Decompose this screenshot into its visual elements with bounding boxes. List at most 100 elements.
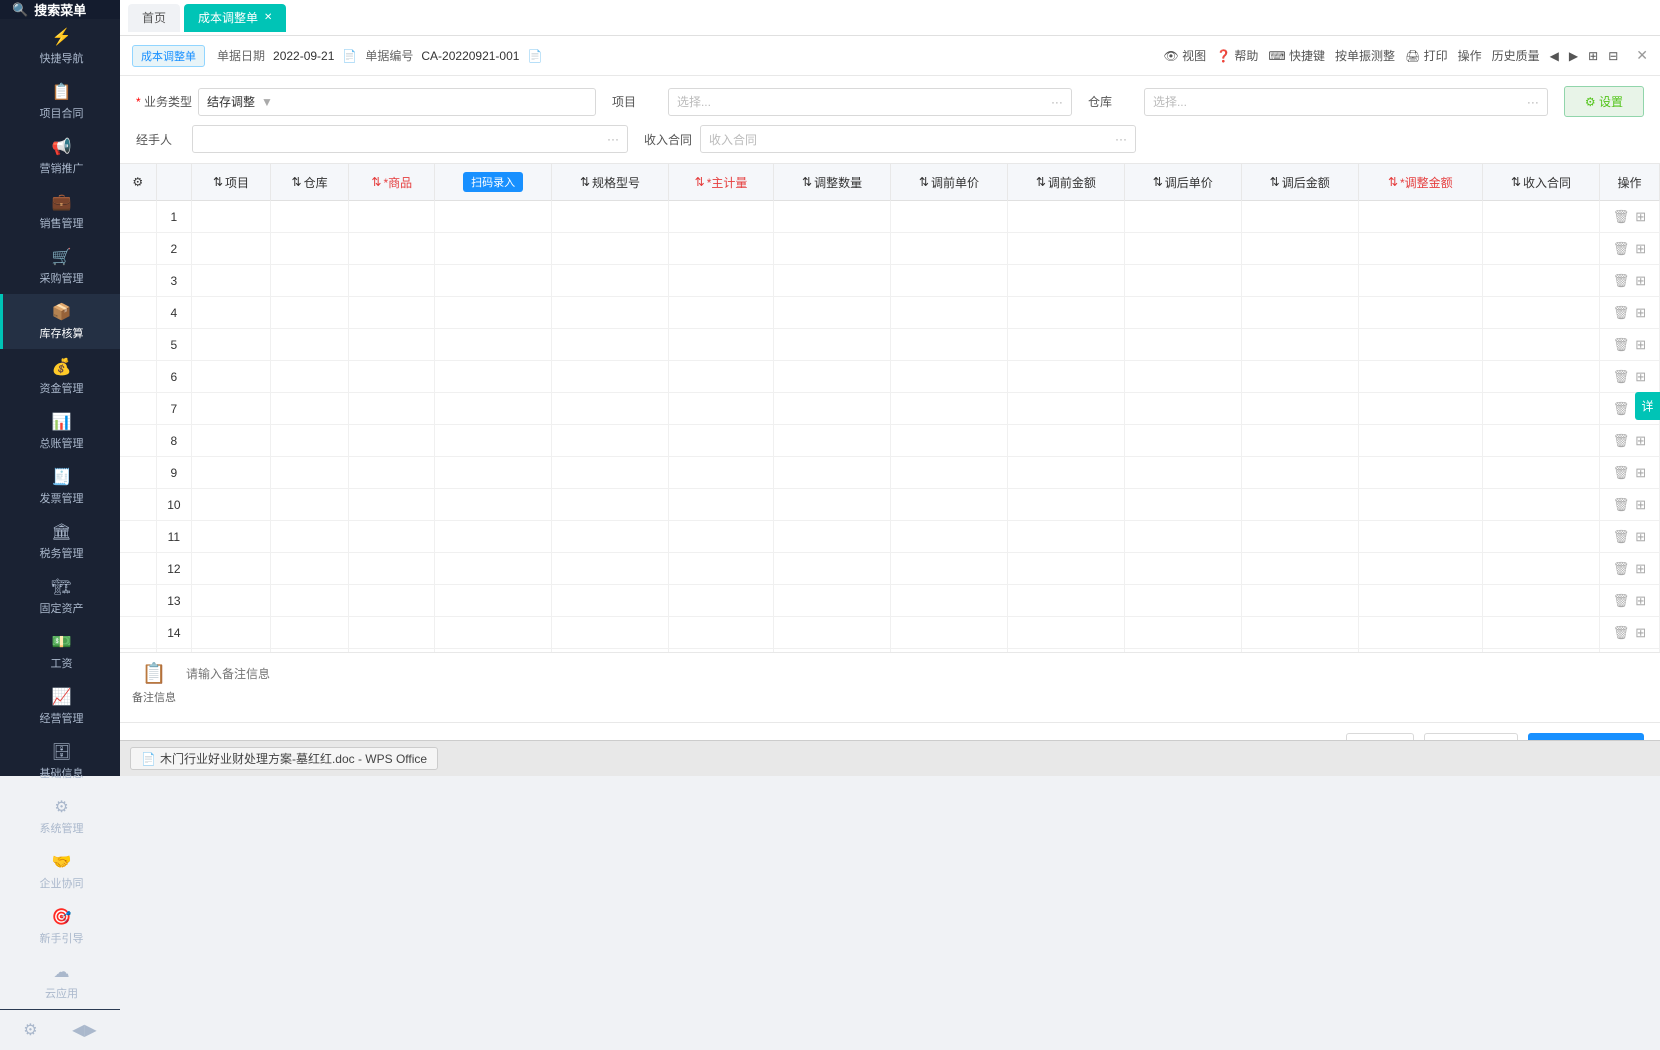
print-action[interactable]: 🖨 打印 xyxy=(1405,47,1448,64)
row-delete-1[interactable]: 🗑 xyxy=(1613,209,1630,225)
row-copy-11[interactable]: ⊞ xyxy=(1635,529,1646,545)
row-unit-8[interactable] xyxy=(668,425,773,457)
row-prev-unit-price-8[interactable] xyxy=(891,425,1008,457)
row-adjust-amount-13[interactable] xyxy=(1358,585,1482,617)
row-prev-unit-price-3[interactable] xyxy=(891,265,1008,297)
handler-input[interactable]: ··· xyxy=(192,125,628,153)
row-adjust-qty-3[interactable] xyxy=(774,265,891,297)
row-spec-2[interactable] xyxy=(552,233,669,265)
row-warehouse-12[interactable] xyxy=(270,553,349,585)
row-after-unit-price-2[interactable] xyxy=(1124,233,1241,265)
row-income-contract-5[interactable] xyxy=(1482,329,1599,361)
row-spec-11[interactable] xyxy=(552,521,669,553)
row-project-13[interactable] xyxy=(192,585,271,617)
row-prev-amount-11[interactable] xyxy=(1007,521,1124,553)
row-after-amount-10[interactable] xyxy=(1241,489,1358,521)
row-spec-5[interactable] xyxy=(552,329,669,361)
window-close-icon[interactable]: ✕ xyxy=(1636,47,1648,64)
row-product-6[interactable] xyxy=(349,361,435,393)
row-delete-11[interactable]: 🗑 xyxy=(1613,529,1630,545)
row-project-1[interactable] xyxy=(192,201,271,233)
collapse-view-icon[interactable]: ⊟ xyxy=(1608,49,1618,63)
row-warehouse-2[interactable] xyxy=(270,233,349,265)
row-scan-15[interactable] xyxy=(435,649,552,653)
row-scan-4[interactable] xyxy=(435,297,552,329)
row-product-15[interactable] xyxy=(349,649,435,653)
row-adjust-amount-15[interactable] xyxy=(1358,649,1482,653)
row-income-contract-2[interactable] xyxy=(1482,233,1599,265)
expand-icon[interactable]: ⊞ xyxy=(1588,49,1598,63)
sidebar-item-payroll[interactable]: 💵 工资 xyxy=(0,624,120,679)
sidebar-item-company[interactable]: 🤝 企业协同 xyxy=(0,844,120,899)
row-income-contract-3[interactable] xyxy=(1482,265,1599,297)
row-adjust-amount-10[interactable] xyxy=(1358,489,1482,521)
nav-next[interactable]: ▶ xyxy=(1569,49,1578,63)
nav-prev[interactable]: ◀ xyxy=(1550,49,1559,63)
row-product-1[interactable] xyxy=(349,201,435,233)
sidebar-item-invoice[interactable]: 🧾 发票管理 xyxy=(0,459,120,514)
row-warehouse-13[interactable] xyxy=(270,585,349,617)
row-adjust-amount-6[interactable] xyxy=(1358,361,1482,393)
row-prev-unit-price-13[interactable] xyxy=(891,585,1008,617)
sidebar-item-inventory[interactable]: 📦 库存核算 xyxy=(0,294,120,349)
row-delete-3[interactable]: 🗑 xyxy=(1613,273,1630,289)
row-after-unit-price-9[interactable] xyxy=(1124,457,1241,489)
row-prev-unit-price-2[interactable] xyxy=(891,233,1008,265)
row-adjust-amount-3[interactable] xyxy=(1358,265,1482,297)
row-delete-2[interactable]: 🗑 xyxy=(1613,241,1630,257)
row-adjust-qty-8[interactable] xyxy=(774,425,891,457)
row-warehouse-9[interactable] xyxy=(270,457,349,489)
row-copy-13[interactable]: ⊞ xyxy=(1635,593,1646,609)
row-income-contract-12[interactable] xyxy=(1482,553,1599,585)
row-prev-unit-price-10[interactable] xyxy=(891,489,1008,521)
row-unit-5[interactable] xyxy=(668,329,773,361)
row-adjust-qty-9[interactable] xyxy=(774,457,891,489)
row-after-unit-price-1[interactable] xyxy=(1124,201,1241,233)
ops-action[interactable]: 操作 xyxy=(1458,47,1482,64)
row-unit-11[interactable] xyxy=(668,521,773,553)
row-income-contract-10[interactable] xyxy=(1482,489,1599,521)
row-spec-13[interactable] xyxy=(552,585,669,617)
row-adjust-qty-4[interactable] xyxy=(774,297,891,329)
row-warehouse-8[interactable] xyxy=(270,425,349,457)
row-after-amount-13[interactable] xyxy=(1241,585,1358,617)
row-after-amount-14[interactable] xyxy=(1241,617,1358,649)
row-after-unit-price-11[interactable] xyxy=(1124,521,1241,553)
row-after-amount-5[interactable] xyxy=(1241,329,1358,361)
row-delete-8[interactable]: 🗑 xyxy=(1613,433,1630,449)
row-prev-amount-9[interactable] xyxy=(1007,457,1124,489)
row-prev-unit-price-11[interactable] xyxy=(891,521,1008,553)
row-after-unit-price-6[interactable] xyxy=(1124,361,1241,393)
row-product-4[interactable] xyxy=(349,297,435,329)
row-warehouse-5[interactable] xyxy=(270,329,349,361)
row-product-9[interactable] xyxy=(349,457,435,489)
row-unit-14[interactable] xyxy=(668,617,773,649)
row-prev-amount-2[interactable] xyxy=(1007,233,1124,265)
row-prev-amount-1[interactable] xyxy=(1007,201,1124,233)
row-copy-1[interactable]: ⊞ xyxy=(1635,209,1646,225)
sidebar-item-quick-nav[interactable]: ⚡ 快捷导航 xyxy=(0,19,120,74)
row-warehouse-14[interactable] xyxy=(270,617,349,649)
row-adjust-qty-5[interactable] xyxy=(774,329,891,361)
row-adjust-amount-9[interactable] xyxy=(1358,457,1482,489)
row-project-7[interactable] xyxy=(192,393,271,425)
row-unit-13[interactable] xyxy=(668,585,773,617)
row-after-unit-price-13[interactable] xyxy=(1124,585,1241,617)
row-scan-8[interactable] xyxy=(435,425,552,457)
th-gear[interactable]: ⚙ xyxy=(120,164,156,201)
row-warehouse-1[interactable] xyxy=(270,201,349,233)
row-unit-1[interactable] xyxy=(668,201,773,233)
row-product-2[interactable] xyxy=(349,233,435,265)
sidebar-item-ledger[interactable]: 📊 总账管理 xyxy=(0,404,120,459)
row-after-amount-9[interactable] xyxy=(1241,457,1358,489)
row-after-unit-price-12[interactable] xyxy=(1124,553,1241,585)
row-prev-amount-8[interactable] xyxy=(1007,425,1124,457)
row-delete-6[interactable]: 🗑 xyxy=(1613,369,1630,385)
row-unit-7[interactable] xyxy=(668,393,773,425)
row-unit-3[interactable] xyxy=(668,265,773,297)
row-after-unit-price-3[interactable] xyxy=(1124,265,1241,297)
row-spec-8[interactable] xyxy=(552,425,669,457)
row-prev-amount-15[interactable] xyxy=(1007,649,1124,653)
row-spec-7[interactable] xyxy=(552,393,669,425)
row-prev-unit-price-6[interactable] xyxy=(891,361,1008,393)
